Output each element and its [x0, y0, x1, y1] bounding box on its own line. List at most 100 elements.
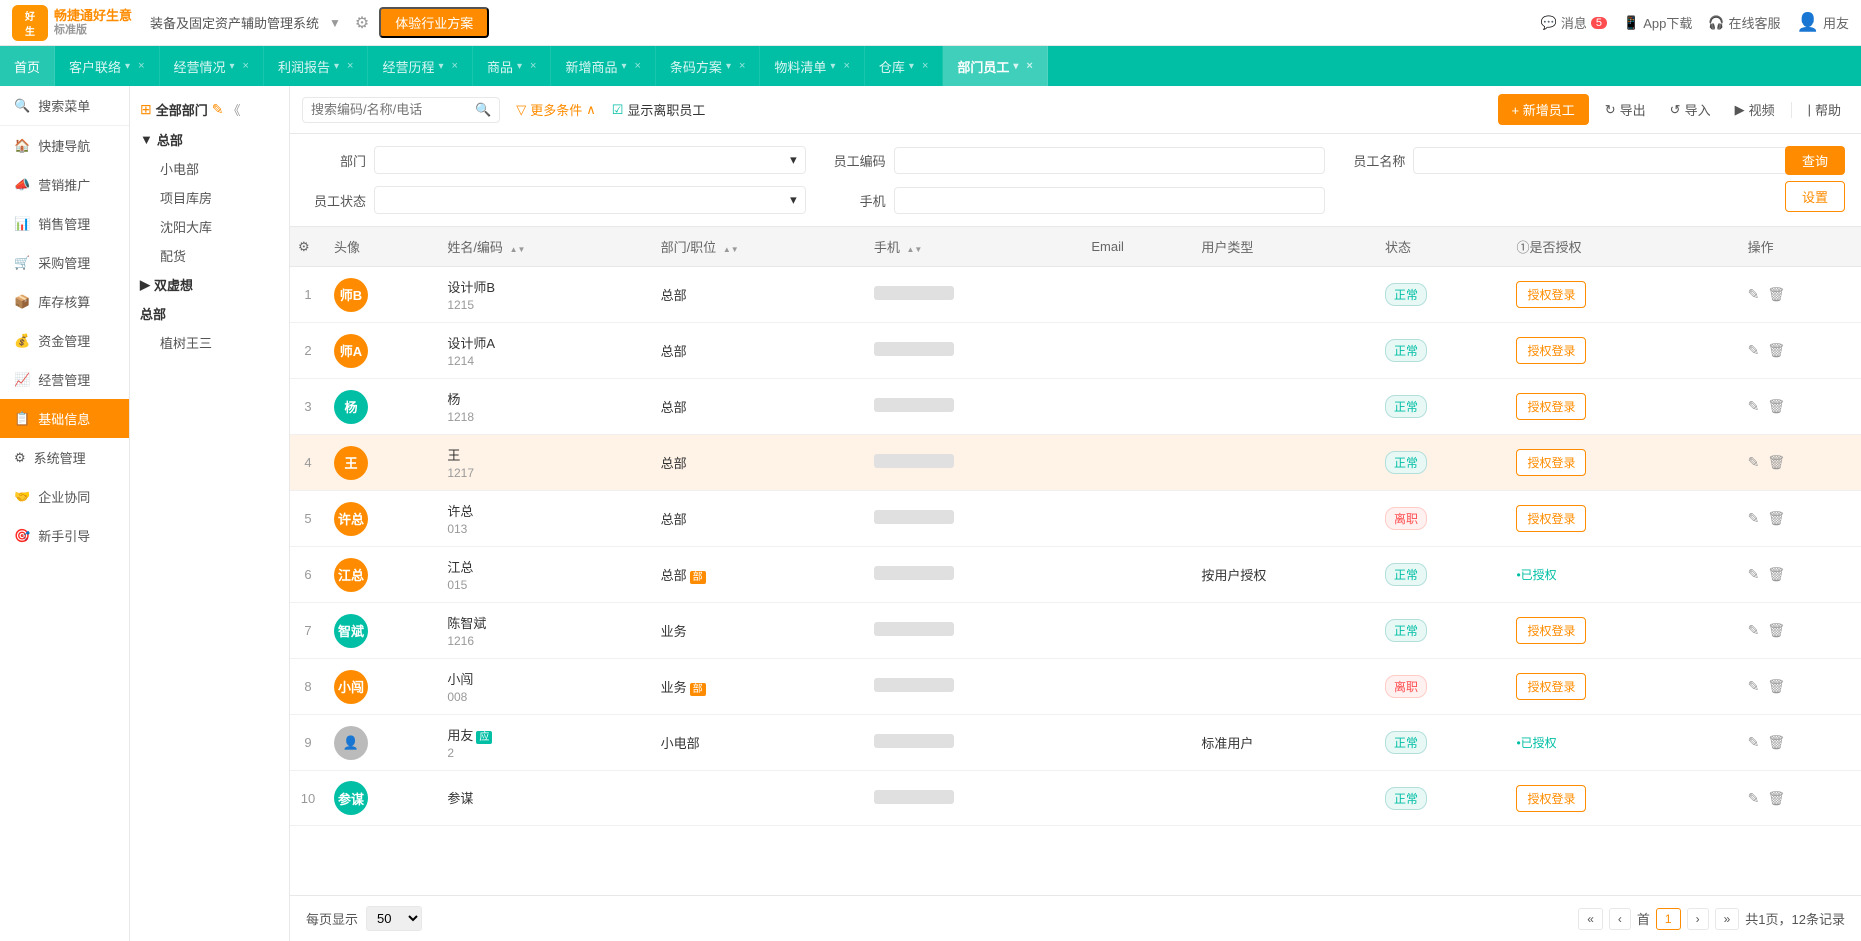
tab-operation[interactable]: 经营情况▾× — [160, 46, 264, 86]
close-icon[interactable]: × — [530, 60, 536, 72]
reset-button[interactable]: 设置 — [1785, 181, 1845, 212]
edit-icon[interactable]: ✎ — [1748, 790, 1760, 807]
close-icon[interactable]: × — [452, 60, 458, 72]
sidebar-item-collab[interactable]: 🤝 企业协同 — [0, 477, 129, 516]
view-button[interactable]: ▶ 视频 — [1727, 96, 1783, 123]
tree-node-xiaodian[interactable]: 小电部 — [130, 154, 289, 183]
delete-icon[interactable]: 🗑 — [1767, 566, 1785, 583]
user-menu[interactable]: 👤 用友 — [1797, 12, 1849, 33]
delete-icon[interactable]: 🗑 — [1767, 286, 1785, 303]
tab-customer[interactable]: 客户联络▾× — [55, 46, 159, 86]
col-dept[interactable]: 部门/职位 ▲▼ — [653, 227, 866, 267]
tree-node-zongbu2[interactable]: 总部 — [130, 299, 289, 328]
auth-button[interactable]: 授权登录 — [1516, 393, 1586, 420]
collapse-icon[interactable]: 《 — [227, 100, 240, 119]
app-download-button[interactable]: 📱 App下载 — [1623, 13, 1692, 32]
delete-icon[interactable]: 🗑 — [1767, 622, 1785, 639]
delete-icon[interactable]: 🗑 — [1767, 734, 1785, 751]
sidebar-item-finance[interactable]: 💰 资金管理 — [0, 321, 129, 360]
tab-barcode[interactable]: 条码方案▾× — [656, 46, 760, 86]
col-settings[interactable]: ⚙ — [290, 227, 326, 267]
delete-icon[interactable]: 🗑 — [1767, 398, 1785, 415]
sidebar-item-guide[interactable]: 🎯 新手引导 — [0, 516, 129, 555]
edit-icon[interactable]: ✎ — [1748, 342, 1760, 359]
close-icon[interactable]: × — [634, 60, 640, 72]
delete-icon[interactable]: 🗑 — [1767, 342, 1785, 359]
edit-icon[interactable]: ✎ — [1748, 566, 1760, 583]
gear-icon[interactable]: ⚙ — [355, 13, 369, 33]
sidebar-item-marketing[interactable]: 📣 营销推广 — [0, 165, 129, 204]
auth-button[interactable]: 授权登录 — [1516, 281, 1586, 308]
tree-node-zongbu[interactable]: ▼ 总部 — [130, 125, 289, 154]
auth-button[interactable]: 授权登录 — [1516, 785, 1586, 812]
tree-node-peihuo[interactable]: 配货 — [130, 241, 289, 270]
col-phone[interactable]: 手机 ▲▼ — [866, 227, 1084, 267]
close-icon[interactable]: × — [1026, 60, 1032, 72]
tab-profit[interactable]: 利润报告▾× — [264, 46, 368, 86]
current-page[interactable]: 1 — [1656, 908, 1681, 930]
edit-icon[interactable]: ✎ — [1748, 454, 1760, 471]
edit-icon[interactable]: ✎ — [1748, 510, 1760, 527]
close-icon[interactable]: × — [922, 60, 928, 72]
close-icon[interactable]: × — [843, 60, 849, 72]
phone-input[interactable] — [894, 187, 1326, 214]
auth-button[interactable]: 授权登录 — [1516, 505, 1586, 532]
edit-dept-icon[interactable]: ✎ — [212, 101, 224, 118]
search-box[interactable]: 🔍 — [302, 97, 500, 123]
sidebar-item-mgmt[interactable]: 📈 经营管理 — [0, 360, 129, 399]
close-icon[interactable]: × — [739, 60, 745, 72]
close-icon[interactable]: × — [243, 60, 249, 72]
edit-icon[interactable]: ✎ — [1748, 286, 1760, 303]
edit-icon[interactable]: ✎ — [1748, 622, 1760, 639]
col-name[interactable]: 姓名/编码 ▲▼ — [439, 227, 652, 267]
message-button[interactable]: 💬 消息 5 — [1541, 13, 1607, 32]
help-button[interactable]: | 帮助 — [1800, 96, 1849, 123]
import-button[interactable]: ↺ 导入 — [1662, 96, 1719, 123]
sidebar-item-inventory[interactable]: 📦 库存核算 — [0, 282, 129, 321]
sidebar-item-quicknav[interactable]: 🏠 快捷导航 — [0, 126, 129, 165]
auth-button[interactable]: 授权登录 — [1516, 673, 1586, 700]
sidebar-item-system[interactable]: ⚙ 系统管理 — [0, 438, 129, 477]
sidebar-item-purchase[interactable]: 🛒 采购管理 — [0, 243, 129, 282]
query-button[interactable]: 查询 — [1785, 146, 1845, 175]
online-service-button[interactable]: 🎧 在线客服 — [1708, 13, 1780, 32]
delete-icon[interactable]: 🗑 — [1767, 510, 1785, 527]
tab-home[interactable]: 首页 — [0, 46, 55, 86]
edit-icon[interactable]: ✎ — [1748, 398, 1760, 415]
delete-icon[interactable]: 🗑 — [1767, 678, 1785, 695]
tree-node-shenyang[interactable]: 沈阳大库 — [130, 212, 289, 241]
first-page-button[interactable]: « — [1578, 908, 1603, 930]
employee-code-input[interactable] — [894, 147, 1326, 174]
employee-name-input[interactable] — [1413, 147, 1845, 174]
auth-button[interactable]: 授权登录 — [1516, 449, 1586, 476]
sidebar-item-basic[interactable]: 📋 基础信息 — [0, 399, 129, 438]
try-plan-button[interactable]: 体验行业方案 — [379, 7, 489, 38]
edit-icon[interactable]: ✎ — [1748, 734, 1760, 751]
auth-button[interactable]: 授权登录 — [1516, 617, 1586, 644]
status-select[interactable]: ▾ — [374, 186, 806, 214]
tab-bom[interactable]: 物料清单▾× — [760, 46, 864, 86]
tab-new-goods[interactable]: 新增商品▾× — [551, 46, 655, 86]
add-employee-button[interactable]: + 新增员工 — [1498, 94, 1589, 125]
export-button[interactable]: ↻ 导出 — [1597, 96, 1654, 123]
tree-node-project[interactable]: 项目库房 — [130, 183, 289, 212]
delete-icon[interactable]: 🗑 — [1767, 454, 1785, 471]
close-icon[interactable]: × — [138, 60, 144, 72]
per-page-select[interactable]: 50 100 200 — [366, 906, 422, 931]
sidebar-item-search[interactable]: 🔍 搜索菜单 — [0, 86, 129, 126]
next-page-button[interactable]: › — [1687, 908, 1709, 930]
dropdown-arrow-icon[interactable]: ▼ — [329, 16, 341, 30]
edit-icon[interactable]: ✎ — [1748, 678, 1760, 695]
auth-button[interactable]: 授权登录 — [1516, 337, 1586, 364]
close-icon[interactable]: × — [347, 60, 353, 72]
tab-employees[interactable]: 部门员工▾× — [943, 46, 1047, 86]
delete-icon[interactable]: 🗑 — [1767, 790, 1785, 807]
tab-warehouse[interactable]: 仓库▾× — [865, 46, 943, 86]
tab-goods[interactable]: 商品▾× — [473, 46, 551, 86]
more-filter-button[interactable]: ▽ 更多条件 ∧ — [508, 96, 604, 123]
settings-icon[interactable]: ⚙ — [298, 239, 310, 254]
prev-page-button[interactable]: ‹ — [1609, 908, 1631, 930]
tab-history[interactable]: 经营历程▾× — [368, 46, 472, 86]
last-page-button[interactable]: » — [1715, 908, 1740, 930]
tree-node-plant[interactable]: 植树王三 — [130, 328, 289, 357]
